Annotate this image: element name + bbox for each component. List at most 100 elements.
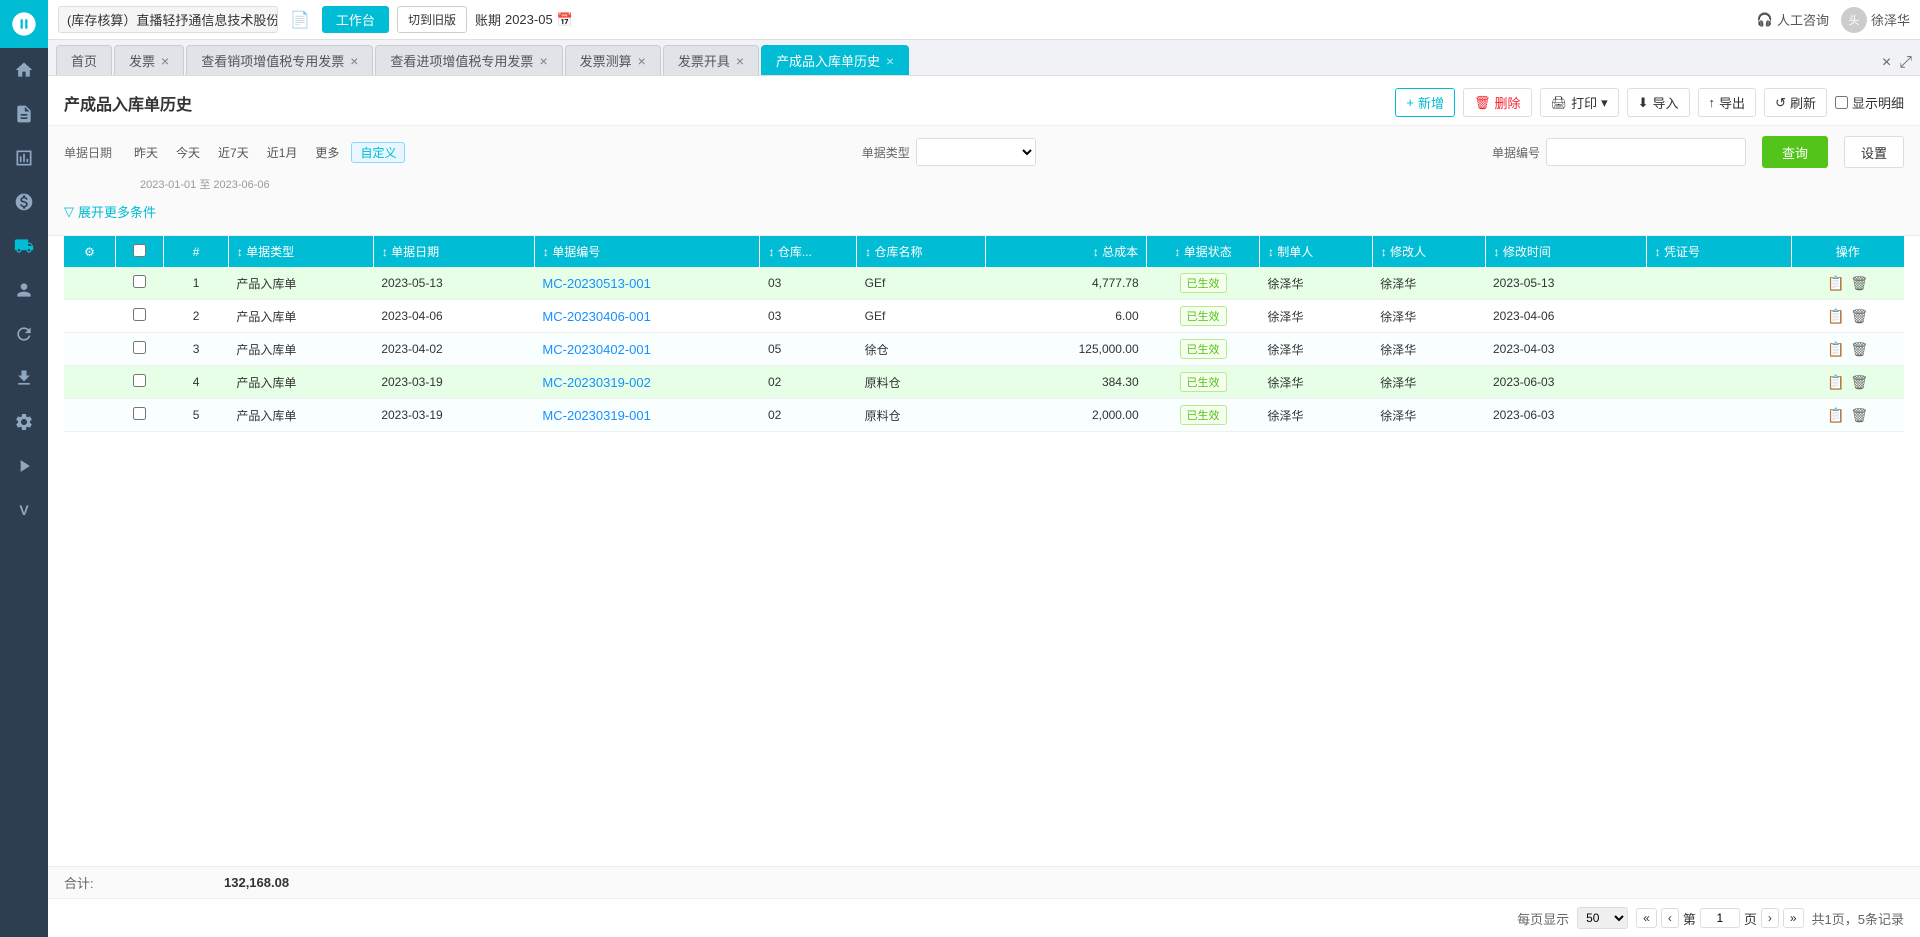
row-code-4[interactable]: MC-20230319-001 bbox=[534, 399, 760, 432]
tab-close-all[interactable]: × bbox=[1882, 54, 1891, 72]
show-detail-checkbox[interactable] bbox=[1835, 96, 1848, 109]
expand-more-btn[interactable]: ▽ 展开更多条件 bbox=[64, 198, 1904, 225]
tab-product-history[interactable]: 产成品入库单历史 × bbox=[761, 45, 909, 75]
row-checkbox-0[interactable] bbox=[133, 275, 146, 288]
sidebar-item-person[interactable] bbox=[0, 268, 48, 312]
row-code-0[interactable]: MC-20230513-001 bbox=[534, 267, 760, 300]
sidebar-item-chart[interactable] bbox=[0, 136, 48, 180]
sidebar-item-refresh[interactable] bbox=[0, 312, 48, 356]
sidebar-item-home[interactable] bbox=[0, 48, 48, 92]
row-check-2[interactable] bbox=[116, 333, 164, 366]
prev-page-btn[interactable]: ‹ bbox=[1661, 908, 1679, 928]
company-selector[interactable]: (库存核算）直播轻抒通信息技术股份... ▾ bbox=[58, 6, 278, 33]
row-checkbox-3[interactable] bbox=[133, 374, 146, 387]
shortcut-7days[interactable]: 近7天 bbox=[212, 142, 255, 163]
row-view-icon-1[interactable]: 📋 bbox=[1827, 308, 1844, 325]
row-code-2[interactable]: MC-20230402-001 bbox=[534, 333, 760, 366]
col-status[interactable]: ↕ 单据状态 bbox=[1147, 236, 1260, 267]
app-logo[interactable] bbox=[0, 0, 48, 48]
row-delete-icon-1[interactable]: 🗑 bbox=[1850, 308, 1868, 325]
assistant-btn[interactable]: 🎧 人工咨询 bbox=[1757, 10, 1829, 29]
shortcut-more[interactable]: 更多 bbox=[309, 142, 345, 163]
switch-button[interactable]: 切到旧版 bbox=[397, 6, 467, 33]
col-cost[interactable]: ↕ 总成本 bbox=[986, 236, 1147, 267]
col-warehouse-name[interactable]: ↕ 仓库名称 bbox=[857, 236, 986, 267]
number-filter-input[interactable] bbox=[1546, 138, 1746, 166]
first-page-btn[interactable]: « bbox=[1636, 908, 1657, 928]
col-warehouse-id[interactable]: ↕ 仓库... bbox=[760, 236, 857, 267]
row-code-link-3[interactable]: MC-20230319-002 bbox=[542, 375, 650, 390]
document-icon-btn[interactable]: 📄 bbox=[286, 10, 314, 30]
row-checkbox-1[interactable] bbox=[133, 308, 146, 321]
sidebar-item-settings[interactable] bbox=[0, 400, 48, 444]
tab-invoice-close[interactable]: × bbox=[161, 54, 169, 68]
sidebar-item-money[interactable] bbox=[0, 180, 48, 224]
sidebar-item-warehouse[interactable] bbox=[0, 224, 48, 268]
row-code-link-2[interactable]: MC-20230402-001 bbox=[542, 342, 650, 357]
user-info[interactable]: 头 徐泽华 bbox=[1841, 7, 1910, 33]
shortcut-today[interactable]: 今天 bbox=[170, 142, 206, 163]
tab-invoice-issue[interactable]: 发票开具 × bbox=[663, 45, 759, 75]
tab-purchase-invoice[interactable]: 查看进项增值税专用发票 × bbox=[375, 45, 562, 75]
workbench-button[interactable]: 工作台 bbox=[322, 6, 389, 33]
tab-purchase-invoice-close[interactable]: × bbox=[539, 54, 547, 68]
tab-invoice[interactable]: 发票 × bbox=[114, 45, 184, 75]
shortcut-yesterday[interactable]: 昨天 bbox=[128, 142, 164, 163]
tab-invoice-calc-close[interactable]: × bbox=[638, 54, 646, 68]
col-code[interactable]: ↕ 单据编号 bbox=[534, 236, 760, 267]
tab-sales-invoice-close[interactable]: × bbox=[350, 54, 358, 68]
row-code-link-0[interactable]: MC-20230513-001 bbox=[542, 276, 650, 291]
tab-sales-invoice[interactable]: 查看销项增值税专用发票 × bbox=[186, 45, 373, 75]
col-creator[interactable]: ↕ 制单人 bbox=[1259, 236, 1372, 267]
export-button[interactable]: ↑ 导出 bbox=[1698, 88, 1757, 117]
sidebar-item-play[interactable] bbox=[0, 444, 48, 488]
select-all-checkbox[interactable] bbox=[133, 244, 146, 257]
delete-button[interactable]: 🗑 删除 bbox=[1463, 88, 1532, 117]
row-delete-icon-0[interactable]: 🗑 bbox=[1850, 275, 1868, 292]
row-delete-icon-4[interactable]: 🗑 bbox=[1850, 407, 1868, 424]
row-view-icon-3[interactable]: 📋 bbox=[1827, 374, 1844, 391]
row-view-icon-0[interactable]: 📋 bbox=[1827, 275, 1844, 292]
sidebar-item-v[interactable]: V bbox=[0, 488, 48, 532]
new-button[interactable]: + 新增 bbox=[1395, 88, 1455, 117]
query-button[interactable]: 查询 bbox=[1762, 136, 1828, 168]
shortcut-1month[interactable]: 近1月 bbox=[261, 142, 304, 163]
row-check-3[interactable] bbox=[116, 366, 164, 399]
row-code-3[interactable]: MC-20230319-002 bbox=[534, 366, 760, 399]
col-voucher[interactable]: ↕ 凭证号 bbox=[1646, 236, 1791, 267]
col-modifier[interactable]: ↕ 修改人 bbox=[1372, 236, 1485, 267]
row-view-icon-4[interactable]: 📋 bbox=[1827, 407, 1844, 424]
tab-home[interactable]: 首页 bbox=[56, 45, 112, 75]
row-check-0[interactable] bbox=[116, 267, 164, 300]
row-check-1[interactable] bbox=[116, 300, 164, 333]
row-checkbox-2[interactable] bbox=[133, 341, 146, 354]
print-button[interactable]: 🖨 打印 ▾ bbox=[1540, 88, 1619, 117]
next-page-btn[interactable]: › bbox=[1761, 908, 1779, 928]
col-check[interactable] bbox=[116, 236, 164, 267]
row-delete-icon-2[interactable]: 🗑 bbox=[1850, 341, 1868, 358]
row-checkbox-4[interactable] bbox=[133, 407, 146, 420]
import-button[interactable]: ⬇ 导入 bbox=[1627, 88, 1690, 117]
refresh-button[interactable]: ↺ 刷新 bbox=[1764, 88, 1827, 117]
per-page-select[interactable]: 50 100 bbox=[1577, 907, 1628, 929]
shortcut-custom[interactable]: 自定义 bbox=[351, 142, 405, 163]
type-filter-select[interactable] bbox=[916, 138, 1036, 166]
tab-product-history-close[interactable]: × bbox=[886, 54, 894, 68]
last-page-btn[interactable]: » bbox=[1783, 908, 1804, 928]
sidebar-item-invoice[interactable] bbox=[0, 92, 48, 136]
tab-invoice-calc[interactable]: 发票测算 × bbox=[565, 45, 661, 75]
row-code-link-1[interactable]: MC-20230406-001 bbox=[542, 309, 650, 324]
row-check-4[interactable] bbox=[116, 399, 164, 432]
col-date[interactable]: ↕ 单据日期 bbox=[373, 236, 534, 267]
col-modify-time[interactable]: ↕ 修改时间 bbox=[1485, 236, 1646, 267]
row-code-link-4[interactable]: MC-20230319-001 bbox=[542, 408, 650, 423]
row-code-1[interactable]: MC-20230406-001 bbox=[534, 300, 760, 333]
page-input[interactable] bbox=[1700, 908, 1740, 928]
col-setting[interactable]: ⚙ bbox=[64, 236, 116, 267]
calendar-icon[interactable]: 📅 bbox=[557, 12, 573, 28]
tab-invoice-issue-close[interactable]: × bbox=[736, 54, 744, 68]
col-type[interactable]: ↕ 单据类型 bbox=[228, 236, 373, 267]
setting-button[interactable]: 设置 bbox=[1844, 136, 1904, 168]
row-delete-icon-3[interactable]: 🗑 bbox=[1850, 374, 1868, 391]
row-view-icon-2[interactable]: 📋 bbox=[1827, 341, 1844, 358]
